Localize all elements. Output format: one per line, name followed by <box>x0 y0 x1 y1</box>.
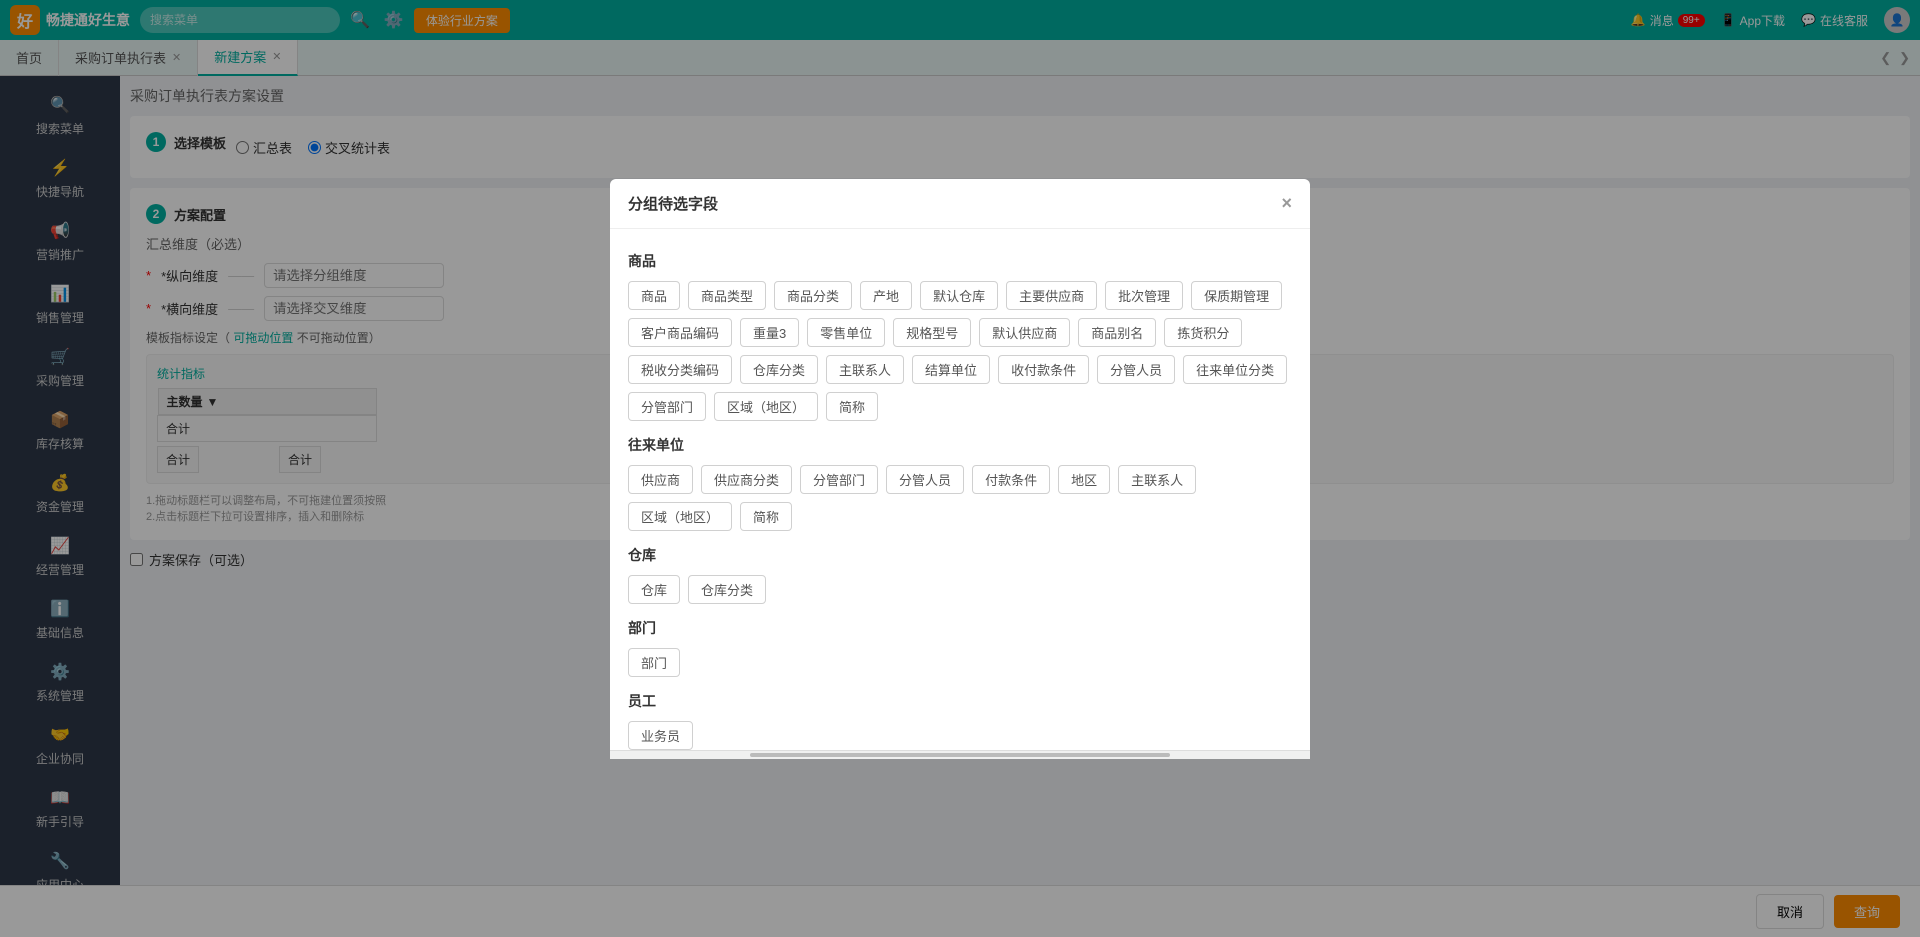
field-warehouse-cat[interactable]: 仓库分类 <box>740 355 818 384</box>
section-title-staff: 员工 <box>628 691 1292 711</box>
field-spec[interactable]: 规格型号 <box>893 318 971 347</box>
dept-fields: 部门 <box>628 648 1292 677</box>
field-batch[interactable]: 批次管理 <box>1105 281 1183 310</box>
field-dept[interactable]: 分管部门 <box>628 392 706 421</box>
section-title-warehouse: 仓库 <box>628 545 1292 565</box>
field-settlement-unit[interactable]: 结算单位 <box>912 355 990 384</box>
goods-fields: 商品 商品类型 商品分类 产地 默认仓库 主要供应商 批次管理 保质期管理 客户… <box>628 281 1292 421</box>
field-salesman[interactable]: 业务员 <box>628 721 693 750</box>
field-goods-type[interactable]: 商品类型 <box>688 281 766 310</box>
staff-fields: 业务员 <box>628 721 1292 750</box>
modal-overlay: 分组待选字段 × 商品 商品 商品类型 商品分类 产地 默认仓库 主要供应商 批… <box>0 0 1920 937</box>
section-title-dept: 部门 <box>628 618 1292 638</box>
field-payment-cond[interactable]: 付款条件 <box>972 465 1050 494</box>
field-customer-code[interactable]: 客户商品编码 <box>628 318 732 347</box>
field-supervisor2[interactable]: 分管人员 <box>886 465 964 494</box>
field-supplier-cat[interactable]: 供应商分类 <box>701 465 792 494</box>
field-points[interactable]: 拣货积分 <box>1164 318 1242 347</box>
field-short-name2[interactable]: 简称 <box>740 502 792 531</box>
field-weight3[interactable]: 重量3 <box>740 318 799 347</box>
field-goods-cat[interactable]: 商品分类 <box>774 281 852 310</box>
section-title-goods: 商品 <box>628 251 1292 271</box>
warehouse-fields: 仓库 仓库分类 <box>628 575 1292 604</box>
field-warehouse-category[interactable]: 仓库分类 <box>688 575 766 604</box>
modal: 分组待选字段 × 商品 商品 商品类型 商品分类 产地 默认仓库 主要供应商 批… <box>610 179 1310 759</box>
field-department[interactable]: 部门 <box>628 648 680 677</box>
field-contact[interactable]: 主联系人 <box>826 355 904 384</box>
field-warehouse[interactable]: 仓库 <box>628 575 680 604</box>
field-region2[interactable]: 区域（地区） <box>628 502 732 531</box>
modal-title: 分组待选字段 <box>628 193 718 214</box>
field-supplier[interactable]: 供应商 <box>628 465 693 494</box>
partner-fields: 供应商 供应商分类 分管部门 分管人员 付款条件 地区 主联系人 区域（地区） … <box>628 465 1292 531</box>
section-title-partner: 往来单位 <box>628 435 1292 455</box>
field-origin[interactable]: 产地 <box>860 281 912 310</box>
field-dept2[interactable]: 分管部门 <box>800 465 878 494</box>
field-short-name[interactable]: 简称 <box>826 392 878 421</box>
field-alias[interactable]: 商品别名 <box>1078 318 1156 347</box>
modal-close-button[interactable]: × <box>1281 193 1292 214</box>
field-tax-code[interactable]: 税收分类编码 <box>628 355 732 384</box>
field-payment-terms[interactable]: 收付款条件 <box>998 355 1089 384</box>
field-default-warehouse[interactable]: 默认仓库 <box>920 281 998 310</box>
field-goods[interactable]: 商品 <box>628 281 680 310</box>
field-area[interactable]: 地区 <box>1058 465 1110 494</box>
modal-hscroll[interactable] <box>610 750 1310 758</box>
field-retail-unit[interactable]: 零售单位 <box>807 318 885 347</box>
field-region[interactable]: 区域（地区） <box>714 392 818 421</box>
field-expiry[interactable]: 保质期管理 <box>1191 281 1282 310</box>
modal-header: 分组待选字段 × <box>610 179 1310 229</box>
modal-body: 商品 商品 商品类型 商品分类 产地 默认仓库 主要供应商 批次管理 保质期管理… <box>610 229 1310 751</box>
field-default-supplier[interactable]: 默认供应商 <box>979 318 1070 347</box>
field-partner-cat[interactable]: 往来单位分类 <box>1183 355 1287 384</box>
field-supervisor[interactable]: 分管人员 <box>1097 355 1175 384</box>
field-main-supplier[interactable]: 主要供应商 <box>1006 281 1097 310</box>
field-main-contact[interactable]: 主联系人 <box>1118 465 1196 494</box>
